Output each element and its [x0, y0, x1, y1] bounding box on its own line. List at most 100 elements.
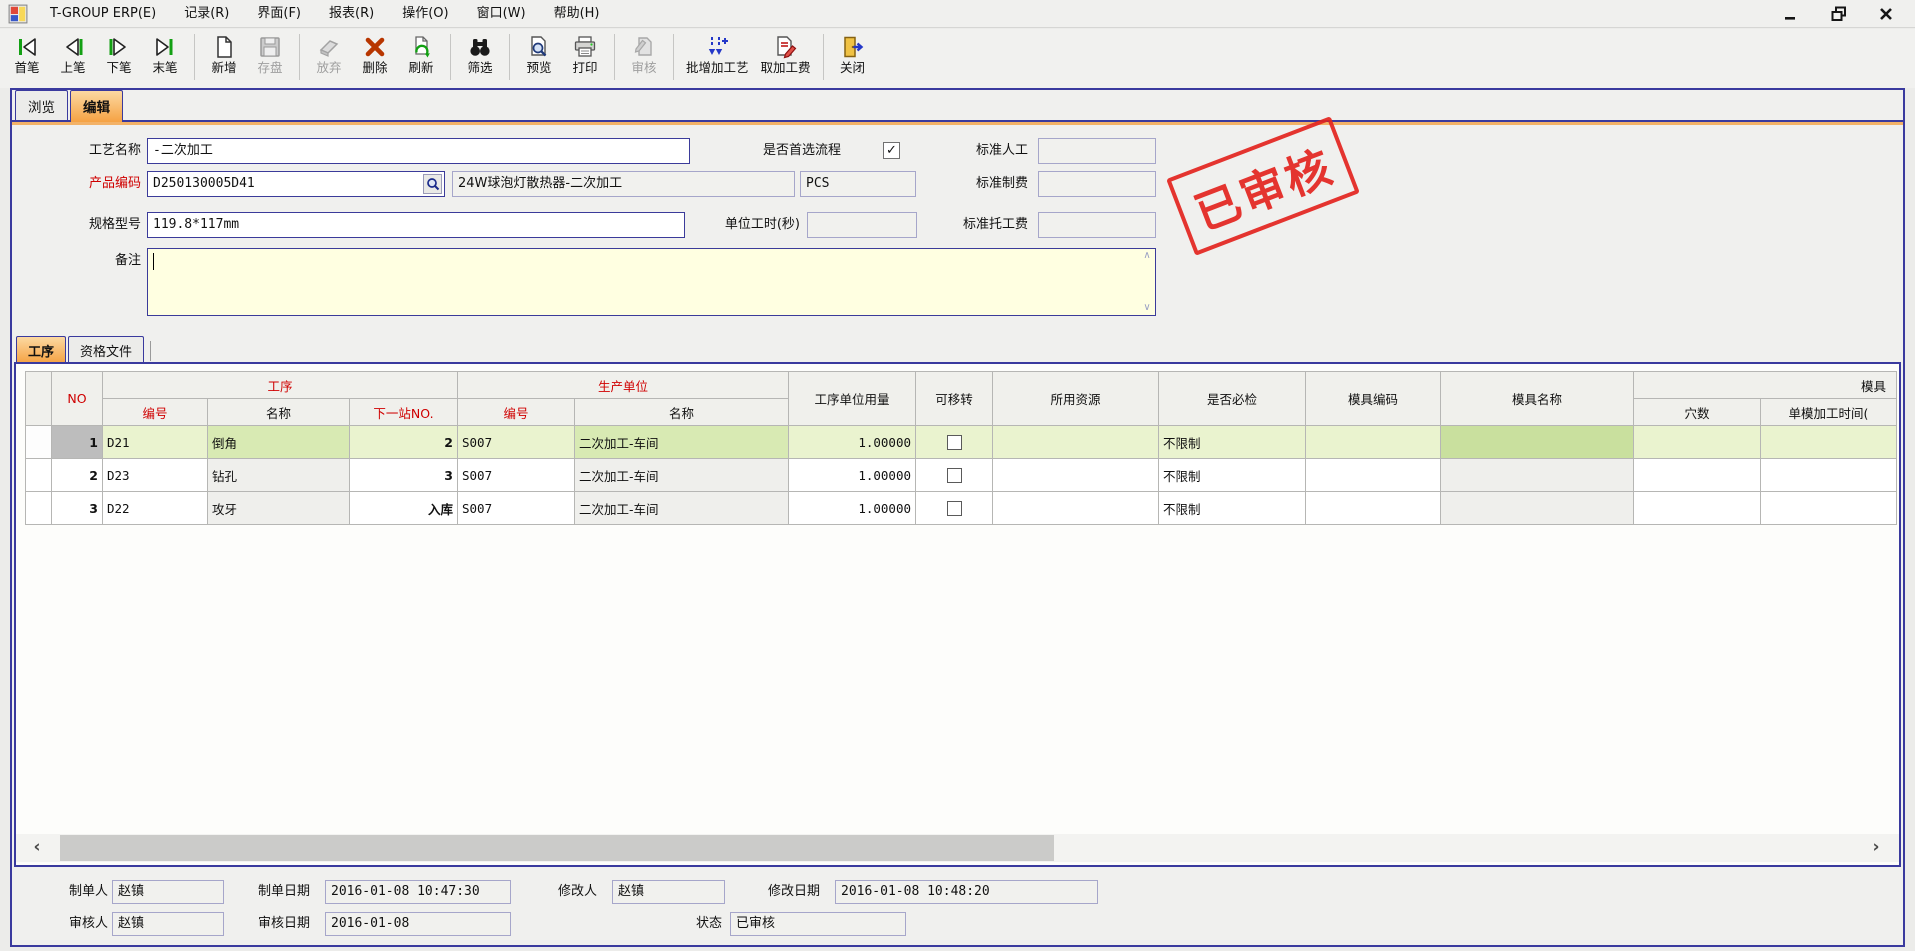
cell-cavity[interactable]	[1634, 492, 1761, 525]
col-header-mold-code: 模具编码	[1306, 372, 1441, 426]
cell-unit-code[interactable]: S007	[458, 459, 575, 492]
row-indicator[interactable]	[26, 426, 52, 459]
cell-no[interactable]: 3	[52, 492, 103, 525]
menu-item-window[interactable]: 窗口(W)	[463, 0, 540, 28]
close-form-button[interactable]: 关闭	[830, 31, 876, 85]
print-button[interactable]: 打印	[562, 31, 608, 85]
toolbar: 首笔 上笔 下笔 末笔 新增 存盘 放弃 删除	[0, 29, 1915, 88]
last-record-button[interactable]: 末笔	[142, 31, 188, 85]
delete-button[interactable]: 删除	[352, 31, 398, 85]
cell-process-code[interactable]: D21	[103, 426, 208, 459]
menu-item-tgroup-erp[interactable]: T-GROUP ERP(E)	[36, 0, 170, 28]
subtab-process[interactable]: 工序	[16, 336, 66, 363]
col-header-cavity: 穴数	[1634, 399, 1761, 426]
cell-mold-code[interactable]	[1306, 426, 1441, 459]
cell-movable[interactable]	[916, 459, 993, 492]
cell-mold-time[interactable]	[1761, 426, 1897, 459]
fetch-fee-label: 取加工费	[761, 60, 811, 75]
window-minimize-button[interactable]	[1781, 5, 1799, 23]
fetch-fee-button[interactable]: 取加工费	[755, 31, 817, 85]
cell-must-check[interactable]: 不限制	[1159, 426, 1306, 459]
process-name-input[interactable]: -二次加工	[147, 138, 690, 164]
cell-process-code[interactable]: D22	[103, 492, 208, 525]
scroll-right-icon[interactable]: ›	[1861, 834, 1891, 862]
cell-mold-code[interactable]	[1306, 459, 1441, 492]
process-table-panel: NO 工序 生产单位 工序单位用量 可移转 所用资源 是否必检 模具编码 模具名…	[14, 362, 1901, 867]
cell-process-name[interactable]: 倒角	[208, 426, 350, 459]
cell-usage[interactable]: 1.00000	[789, 459, 916, 492]
cell-unit-name[interactable]: 二次加工-车间	[575, 492, 789, 525]
tab-browse[interactable]: 浏览	[15, 90, 68, 120]
window-close-button[interactable]	[1877, 5, 1895, 23]
window-restore-button[interactable]	[1829, 5, 1847, 23]
cell-mold-time[interactable]	[1761, 492, 1897, 525]
scroll-up-icon[interactable]: ∧	[1140, 251, 1154, 261]
cell-usage[interactable]: 1.00000	[789, 426, 916, 459]
cell-mold-name[interactable]	[1441, 492, 1634, 525]
row-indicator[interactable]	[26, 459, 52, 492]
refresh-button[interactable]: 刷新	[398, 31, 444, 85]
movable-checkbox[interactable]	[947, 435, 962, 450]
preview-button[interactable]: 预览	[516, 31, 562, 85]
row-indicator[interactable]	[26, 492, 52, 525]
cell-cavity[interactable]	[1634, 426, 1761, 459]
product-code-input[interactable]: D250130005D41	[147, 171, 445, 197]
cell-usage[interactable]: 1.00000	[789, 492, 916, 525]
movable-checkbox[interactable]	[947, 501, 962, 516]
cell-must-check[interactable]: 不限制	[1159, 492, 1306, 525]
new-button[interactable]: 新增	[201, 31, 247, 85]
cell-next-station[interactable]: 入库	[350, 492, 458, 525]
cell-unit-name[interactable]: 二次加工-车间	[575, 426, 789, 459]
batch-add-process-button[interactable]: 批增加工艺	[680, 31, 755, 85]
next-record-button[interactable]: 下笔	[96, 31, 142, 85]
cell-mold-code[interactable]	[1306, 492, 1441, 525]
cell-next-station[interactable]: 2	[350, 426, 458, 459]
unit-hours-field	[807, 212, 917, 238]
cell-resource[interactable]	[993, 492, 1159, 525]
print-label: 打印	[572, 60, 597, 75]
menu-item-interface[interactable]: 界面(F)	[243, 0, 315, 28]
horizontal-scrollbar[interactable]: ‹ ›	[16, 834, 1899, 862]
menu-item-record[interactable]: 记录(R)	[170, 0, 243, 28]
spec-model-input[interactable]: 119.8*117mm	[147, 212, 685, 238]
cell-mold-time[interactable]	[1761, 459, 1897, 492]
first-record-button[interactable]: 首笔	[4, 31, 50, 85]
tab-edit[interactable]: 编辑	[70, 90, 123, 122]
table-row[interactable]: 2 D23 钻孔 3 S007 二次加工-车间 1.00000 不限制	[26, 459, 1897, 492]
cell-unit-code[interactable]: S007	[458, 492, 575, 525]
table-row[interactable]: 3 D22 攻牙 入库 S007 二次加工-车间 1.00000 不限制	[26, 492, 1897, 525]
subtab-qualification-files[interactable]: 资格文件	[68, 336, 144, 363]
cell-movable[interactable]	[916, 426, 993, 459]
scroll-left-icon[interactable]: ‹	[22, 834, 52, 862]
table-row[interactable]: 1 D21 倒角 2 S007 二次加工-车间 1.00000 不限制	[26, 426, 1897, 459]
cell-resource[interactable]	[993, 459, 1159, 492]
preferred-flow-label: 是否首选流程	[763, 138, 877, 164]
cell-movable[interactable]	[916, 492, 993, 525]
cell-resource[interactable]	[993, 426, 1159, 459]
scrollbar-thumb[interactable]	[60, 835, 1054, 861]
cell-mold-name[interactable]	[1441, 426, 1634, 459]
audited-stamp: 已审核	[1166, 116, 1360, 256]
cell-mold-name[interactable]	[1441, 459, 1634, 492]
cell-process-code[interactable]: D23	[103, 459, 208, 492]
cell-no[interactable]: 2	[52, 459, 103, 492]
prev-record-button[interactable]: 上笔	[50, 31, 96, 85]
scroll-down-icon[interactable]: ∨	[1140, 303, 1154, 313]
cell-process-name[interactable]: 钻孔	[208, 459, 350, 492]
filter-button[interactable]: 筛选	[457, 31, 503, 85]
menu-item-report[interactable]: 报表(R)	[315, 0, 388, 28]
cell-process-name[interactable]: 攻牙	[208, 492, 350, 525]
menu-item-operation[interactable]: 操作(O)	[388, 0, 462, 28]
product-lookup-button[interactable]	[423, 174, 442, 194]
cell-must-check[interactable]: 不限制	[1159, 459, 1306, 492]
cell-next-station[interactable]: 3	[350, 459, 458, 492]
movable-checkbox[interactable]	[947, 468, 962, 483]
cell-unit-code[interactable]: S007	[458, 426, 575, 459]
remarks-textarea[interactable]: ∧ ∨	[147, 248, 1156, 316]
modifier-field: 赵镇	[612, 880, 725, 904]
cell-unit-name[interactable]: 二次加工-车间	[575, 459, 789, 492]
cell-cavity[interactable]	[1634, 459, 1761, 492]
menu-item-help[interactable]: 帮助(H)	[540, 0, 614, 28]
preferred-flow-checkbox[interactable]: ✓	[883, 142, 900, 159]
cell-no[interactable]: 1	[52, 426, 103, 459]
